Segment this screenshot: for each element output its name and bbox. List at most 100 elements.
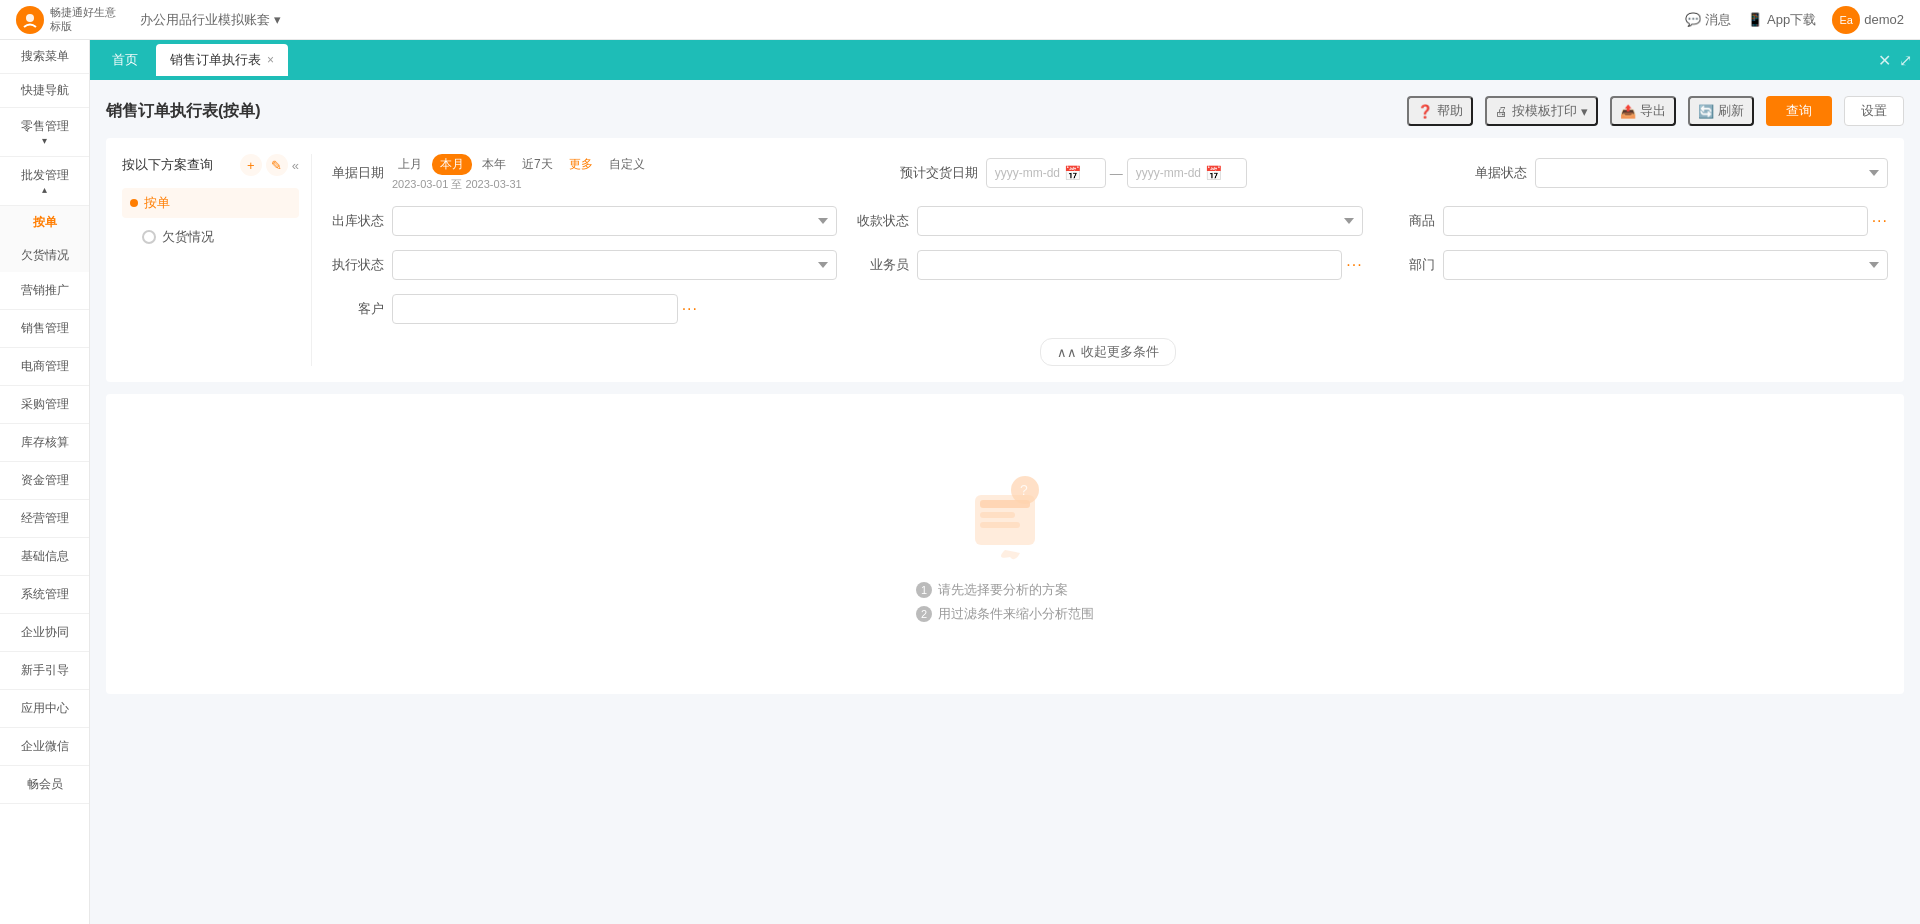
- scheme-inactive-dot: [142, 230, 156, 244]
- date-tab-custom[interactable]: 自定义: [603, 154, 651, 175]
- sidebar-item-system[interactable]: 系统管理: [0, 576, 89, 614]
- wholesale-submenu: 按单 欠货情况: [0, 206, 89, 272]
- date-range-dash: —: [1110, 166, 1123, 181]
- query-btn[interactable]: 查询: [1766, 96, 1832, 126]
- bill-status-select[interactable]: [1535, 158, 1888, 188]
- goods-input[interactable]: [1443, 206, 1868, 236]
- delivery-date-from[interactable]: yyyy-mm-dd 📅: [986, 158, 1106, 188]
- export-btn[interactable]: 📤 导出: [1610, 96, 1676, 126]
- sidebar-item-purchase[interactable]: 采购管理: [0, 386, 89, 424]
- customer-input[interactable]: [392, 294, 678, 324]
- search-menu-btn[interactable]: 搜索菜单: [8, 48, 81, 65]
- scheme-item-an[interactable]: 按单: [122, 188, 299, 218]
- window-close-icon[interactable]: ✕: [1878, 51, 1891, 70]
- scheme-item-qk[interactable]: 欠货情况: [122, 222, 299, 252]
- sidebar-item-sales[interactable]: 销售管理: [0, 310, 89, 348]
- window-maximize-icon[interactable]: ⤢: [1899, 51, 1912, 70]
- sidebar-item-apps[interactable]: 应用中心: [0, 690, 89, 728]
- filter-row-2: 出库状态 收款状态: [328, 206, 1888, 236]
- scheme-active-dot: [130, 199, 138, 207]
- dept-select[interactable]: [1443, 250, 1888, 280]
- filter-field-goods: 商品 ···: [1379, 206, 1888, 236]
- message-icon: 💬: [1685, 12, 1701, 27]
- calendar-icon-from: 📅: [1064, 165, 1081, 181]
- app-download-btn[interactable]: 📱 App下载: [1747, 11, 1816, 29]
- add-scheme-btn[interactable]: +: [240, 154, 262, 176]
- edit-scheme-btn[interactable]: ✎: [266, 154, 288, 176]
- salesperson-input[interactable]: [917, 250, 1342, 280]
- filter-row-3: 执行状态 业务员 ···: [328, 250, 1888, 280]
- date-tab-thisyear[interactable]: 本年: [476, 154, 512, 175]
- submenu-item-qk[interactable]: 欠货情况: [0, 239, 89, 272]
- filter-field-out-status: 出库状态: [328, 206, 837, 236]
- salesperson-more-btn[interactable]: ···: [1346, 256, 1362, 274]
- sidebar-item-inventory[interactable]: 库存核算: [0, 424, 89, 462]
- sidebar-item-enterprise[interactable]: 企业协同: [0, 614, 89, 652]
- message-btn[interactable]: 💬 消息: [1685, 11, 1731, 29]
- sidebar-item-operations[interactable]: 经营管理: [0, 500, 89, 538]
- sidebar-item-marketing[interactable]: 营销推广: [0, 272, 89, 310]
- out-status-control: [392, 206, 837, 236]
- logo-area[interactable]: 畅捷通好生意 标版: [16, 6, 116, 34]
- sidebar-item-wechat[interactable]: 企业微信: [0, 728, 89, 766]
- sidebar-item-wholesale[interactable]: 批发管理 ▴: [0, 157, 89, 206]
- logo-text: 畅捷通好生意 标版: [50, 6, 116, 32]
- tip-num-1: 1: [916, 582, 932, 598]
- sidebar-item-newbie[interactable]: 新手引导: [0, 652, 89, 690]
- customer-more-btn[interactable]: ···: [682, 300, 698, 318]
- export-icon: 📤: [1620, 104, 1636, 119]
- page-actions: ❓ 帮助 🖨 按模板打印 ▾ 📤 导出 🔄 刷新: [1407, 96, 1904, 126]
- tab-home[interactable]: 首页: [98, 44, 152, 76]
- goods-more-btn[interactable]: ···: [1872, 212, 1888, 230]
- sidebar-item-retail[interactable]: 零售管理 ▾: [0, 108, 89, 157]
- receive-status-select[interactable]: [917, 206, 1362, 236]
- submenu-item-an[interactable]: 按单: [0, 206, 89, 239]
- filter-field-bill-status: 单据状态: [1471, 158, 1888, 188]
- filter-scheme-panel: 按以下方案查询 + ✎ « 按单: [122, 154, 312, 366]
- collapse-scheme-btn[interactable]: «: [292, 158, 299, 173]
- dept-control: [1443, 250, 1888, 280]
- filter-field-receive-status: 收款状态: [853, 206, 1362, 236]
- page-title: 销售订单执行表(按单): [106, 101, 261, 122]
- date-tabs: 上月 本月 本年 近7天 更多 自定义: [392, 154, 884, 175]
- empty-tip-1: 1 请先选择要分析的方案: [916, 581, 1094, 599]
- breadcrumb[interactable]: 办公用品行业模拟账套 ▾: [140, 11, 281, 29]
- delivery-date-to[interactable]: yyyy-mm-dd 📅: [1127, 158, 1247, 188]
- out-status-select[interactable]: [392, 206, 837, 236]
- goods-control: ···: [1443, 206, 1888, 236]
- settings-btn[interactable]: 设置: [1844, 96, 1904, 126]
- sidebar: 搜索菜单 快捷导航 零售管理 ▾ 批发管理 ▴ 按单 欠货情况 营销推广 销售管…: [0, 40, 90, 924]
- sidebar-item-ecommerce[interactable]: 电商管理: [0, 348, 89, 386]
- delivery-date-range: yyyy-mm-dd 📅 — yyyy-mm-dd 📅: [986, 158, 1247, 188]
- tab-sales-order[interactable]: 销售订单执行表 ×: [156, 44, 288, 76]
- execute-status-select[interactable]: [392, 250, 837, 280]
- collapse-up-icon: ∧∧: [1057, 345, 1077, 360]
- tab-bar-right: ✕ ⤢: [1878, 51, 1912, 70]
- filter-row-4: 客户 ···: [328, 294, 1888, 324]
- refresh-btn[interactable]: 🔄 刷新: [1688, 96, 1754, 126]
- sidebar-item-quicknav[interactable]: 快捷导航: [0, 74, 89, 108]
- chevron-down-icon: ▾: [42, 135, 47, 146]
- date-tab-more[interactable]: 更多: [563, 154, 599, 175]
- chevron-up-icon: ▴: [42, 184, 47, 195]
- print-btn[interactable]: 🖨 按模板打印 ▾: [1485, 96, 1598, 126]
- help-btn[interactable]: ❓ 帮助: [1407, 96, 1473, 126]
- empty-tips: 1 请先选择要分析的方案 2 用过滤条件来缩小分析范围: [916, 581, 1094, 623]
- tab-close-icon[interactable]: ×: [267, 53, 274, 67]
- date-tab-thismonth[interactable]: 本月: [432, 154, 472, 175]
- sidebar-item-finance[interactable]: 资金管理: [0, 462, 89, 500]
- user-menu[interactable]: Ea demo2: [1832, 6, 1904, 34]
- tip-num-2: 2: [916, 606, 932, 622]
- page-header: 销售订单执行表(按单) ❓ 帮助 🖨 按模板打印 ▾ 📤 导出: [106, 96, 1904, 126]
- date-tab-7days[interactable]: 近7天: [516, 154, 559, 175]
- filter-scheme-header: 按以下方案查询 + ✎ «: [122, 154, 299, 176]
- collapse-more-btn[interactable]: ∧∧ 收起更多条件: [1040, 338, 1176, 366]
- top-header: 畅捷通好生意 标版 办公用品行业模拟账套 ▾ 💬 消息 📱 App下载 Ea d…: [0, 0, 1920, 40]
- download-icon: 📱: [1747, 12, 1763, 27]
- sidebar-item-member[interactable]: 畅会员: [0, 766, 89, 804]
- results-area: ? 1 请先选择要分析的方案 2 用过滤条件来缩小分析范围: [106, 394, 1904, 694]
- sidebar-item-basic[interactable]: 基础信息: [0, 538, 89, 576]
- date-tab-lastmonth[interactable]: 上月: [392, 154, 428, 175]
- date-range-display: 2023-03-01 至 2023-03-31: [392, 177, 884, 192]
- refresh-icon: 🔄: [1698, 104, 1714, 119]
